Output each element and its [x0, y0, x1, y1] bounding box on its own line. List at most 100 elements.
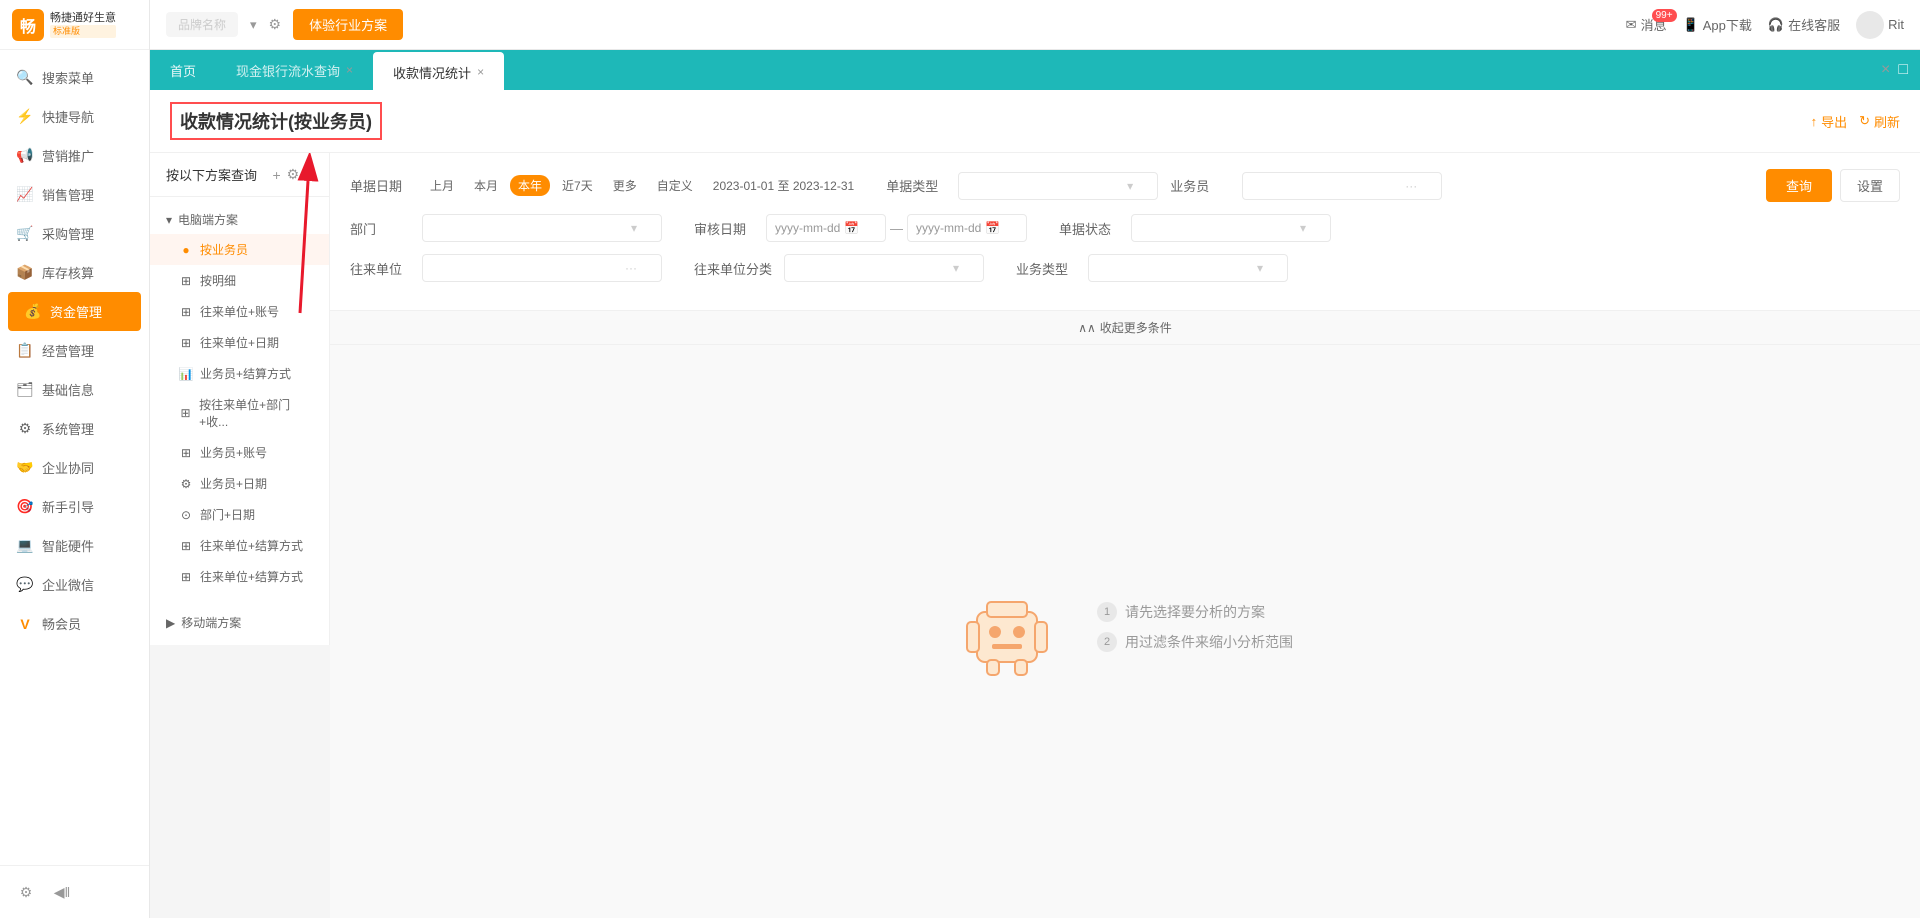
tab-bank[interactable]: 现金银行流水查询 ×	[216, 50, 373, 90]
page-header: 收款情况统计(按业务员) ↑ 导出 ↻ 刷新	[150, 90, 1920, 153]
scheme-icon-4: 📊	[178, 366, 194, 382]
inventory-icon: 📦	[16, 264, 34, 282]
sidebar-item-company[interactable]: 🤝 企业协同	[0, 448, 149, 487]
mobile-section: ▶ 移动端方案	[150, 600, 329, 645]
window-maximize-icon[interactable]: □	[1898, 61, 1908, 79]
sidebar-item-inventory[interactable]: 📦 库存核算	[0, 253, 149, 292]
refresh-btn[interactable]: ↻ 刷新	[1859, 112, 1900, 131]
purchase-icon: 🛒	[16, 225, 34, 243]
scheme-item-3[interactable]: ⊞ 往来单位+日期	[150, 327, 329, 358]
counterpart-cat-select[interactable]: ▾	[784, 254, 984, 282]
scheme-icon-7: ⚙	[178, 476, 194, 492]
scheme-settings-icon[interactable]: ⚙	[287, 166, 300, 183]
date-tab-this-year[interactable]: 本年	[510, 175, 550, 196]
scheme-item-2[interactable]: ⊞ 往来单位+账号	[150, 296, 329, 327]
member-icon: V	[16, 615, 34, 633]
filter-row-3: 往来单位 ··· 往来单位分类 ▾ 业务类型	[350, 254, 1900, 282]
empty-robot-svg	[957, 582, 1057, 682]
salesperson-select[interactable]: ···	[1242, 172, 1442, 200]
date-label: 单据日期	[350, 176, 410, 195]
topbar-gear-icon[interactable]: ⚙	[269, 16, 282, 33]
export-btn[interactable]: ↑ 导出	[1811, 112, 1848, 131]
topbar-chevron-icon[interactable]: ▾	[250, 17, 257, 33]
query-btn[interactable]: 查询	[1766, 169, 1832, 202]
setting-btn[interactable]: 设置	[1840, 169, 1900, 202]
service-icon: 🎧	[1768, 17, 1784, 33]
wechat-icon: 💬	[16, 576, 34, 594]
date-tab-last-month[interactable]: 上月	[422, 175, 462, 196]
scheme-icon-2: ⊞	[178, 304, 194, 320]
app-download-btn[interactable]: 📱 App下载	[1683, 15, 1752, 34]
desktop-section-header[interactable]: ▾ 电脑端方案	[150, 205, 329, 234]
collapse-sidebar-icon[interactable]: ◀‖	[48, 878, 76, 906]
scheme-item-6[interactable]: ⊞ 业务员+账号	[150, 437, 329, 468]
scheme-item-7[interactable]: ⚙ 业务员+日期	[150, 468, 329, 499]
right-panel: 单据日期 上月 本月 本年 近7天 更多 自定义 2023-01-01 至 20…	[330, 153, 1920, 918]
sidebar-item-guide[interactable]: 🎯 新手引导	[0, 487, 149, 526]
audit-date-end[interactable]: yyyy-mm-dd 📅	[907, 214, 1027, 242]
doc-type-select[interactable]: ▾	[958, 172, 1158, 200]
sidebar-item-operation[interactable]: 📋 经营管理	[0, 331, 149, 370]
message-btn[interactable]: ✉ 消息 99+	[1626, 15, 1667, 34]
mobile-section-header[interactable]: ▶ 移动端方案	[150, 608, 329, 637]
tab-home[interactable]: 首页	[150, 50, 216, 90]
date-range-display: 2023-01-01 至 2023-12-31	[713, 177, 854, 194]
sidebar-item-sales[interactable]: 📈 销售管理	[0, 175, 149, 214]
sidebar-item-shortcuts[interactable]: ⚡ 快捷导航	[0, 97, 149, 136]
system-icon: ⚙	[16, 420, 34, 438]
scheme-icon-0: ●	[178, 242, 194, 258]
counterpart-select[interactable]: ···	[422, 254, 662, 282]
counterpart-cat-label: 往来单位分类	[694, 259, 772, 278]
topbar: 品牌名称 ▾ ⚙ 体验行业方案 ✉ 消息 99+ 📱 App下载 🎧 在线客服 …	[150, 0, 1920, 50]
window-close-icon[interactable]: ×	[1881, 61, 1890, 79]
settings-bottom-icon[interactable]: ⚙	[12, 878, 40, 906]
scheme-item-8[interactable]: ⊙ 部门+日期	[150, 499, 329, 530]
expand-icon: ▾	[166, 213, 172, 227]
sidebar-item-purchase[interactable]: 🛒 采购管理	[0, 214, 149, 253]
scheme-item-1[interactable]: ⊞ 按明细	[150, 265, 329, 296]
date-tab-custom[interactable]: 自定义	[649, 175, 701, 196]
scheme-item-5[interactable]: ⊞ 按往来单位+部门+收...	[150, 389, 329, 437]
sidebar-bottom: ⚙ ◀‖	[0, 865, 149, 918]
tab-bank-close[interactable]: ×	[346, 63, 353, 77]
sidebar-item-search[interactable]: 🔍 搜索菜单	[0, 58, 149, 97]
online-service-btn[interactable]: 🎧 在线客服	[1768, 15, 1840, 34]
biz-type-select[interactable]: ▾	[1088, 254, 1288, 282]
tab-collection[interactable]: 收款情况统计 ×	[373, 52, 504, 92]
doc-type-chevron: ▾	[1127, 179, 1133, 193]
audit-date-start[interactable]: yyyy-mm-dd 📅	[766, 214, 886, 242]
trial-btn[interactable]: 体验行业方案	[293, 9, 403, 40]
collapse-icon: ∧∧	[1078, 321, 1096, 335]
scheme-item-0[interactable]: ● 按业务员	[150, 234, 329, 265]
sidebar-item-system[interactable]: ⚙ 系统管理	[0, 409, 149, 448]
company-icon: 🤝	[16, 459, 34, 477]
add-scheme-icon[interactable]: +	[272, 167, 280, 183]
dept-select[interactable]: ▾	[422, 214, 662, 242]
topbar-brand: 品牌名称	[166, 12, 238, 37]
page-title: 收款情况统计(按业务员)	[180, 112, 372, 132]
collapse-panel-icon[interactable]: «	[305, 167, 313, 183]
sidebar: 畅 畅捷通好生意 标准版 🔍 搜索菜单 ⚡ 快捷导航 📢 营销推广 📈 销售管理…	[0, 0, 150, 918]
sidebar-item-finance[interactable]: 💰 资金管理	[8, 292, 141, 331]
topbar-right: ✉ 消息 99+ 📱 App下载 🎧 在线客服 Rit	[1626, 11, 1904, 39]
date-tab-this-month[interactable]: 本月	[466, 175, 506, 196]
date-tab-more[interactable]: 更多	[605, 175, 645, 196]
sidebar-item-basic[interactable]: 🗂 基础信息	[0, 370, 149, 409]
date-tab-7days[interactable]: 近7天	[554, 175, 601, 196]
scheme-item-4[interactable]: 📊 业务员+结算方式	[150, 358, 329, 389]
user-info[interactable]: Rit	[1856, 11, 1904, 39]
sidebar-item-marketing[interactable]: 📢 营销推广	[0, 136, 149, 175]
scheme-item-10[interactable]: ⊞ 往来单位+结算方式	[150, 561, 329, 592]
sidebar-item-hardware[interactable]: 💻 智能硬件	[0, 526, 149, 565]
tabbar-controls: × □	[1873, 61, 1920, 79]
counterpart-cat-chevron: ▾	[953, 261, 959, 275]
scheme-item-9[interactable]: ⊞ 往来单位+结算方式	[150, 530, 329, 561]
sidebar-item-wechat[interactable]: 💬 企业微信	[0, 565, 149, 604]
tab-collection-close[interactable]: ×	[477, 65, 484, 79]
collapse-bar[interactable]: ∧∧ 收起更多条件	[330, 311, 1920, 345]
panel-header: 按以下方案查询 + ⚙ «	[150, 153, 329, 197]
scheme-icon-5: ⊞	[178, 405, 193, 421]
sidebar-item-member[interactable]: V 畅会员	[0, 604, 149, 643]
doc-status-select[interactable]: ▾	[1131, 214, 1331, 242]
panel-header-title: 按以下方案查询	[166, 165, 257, 184]
